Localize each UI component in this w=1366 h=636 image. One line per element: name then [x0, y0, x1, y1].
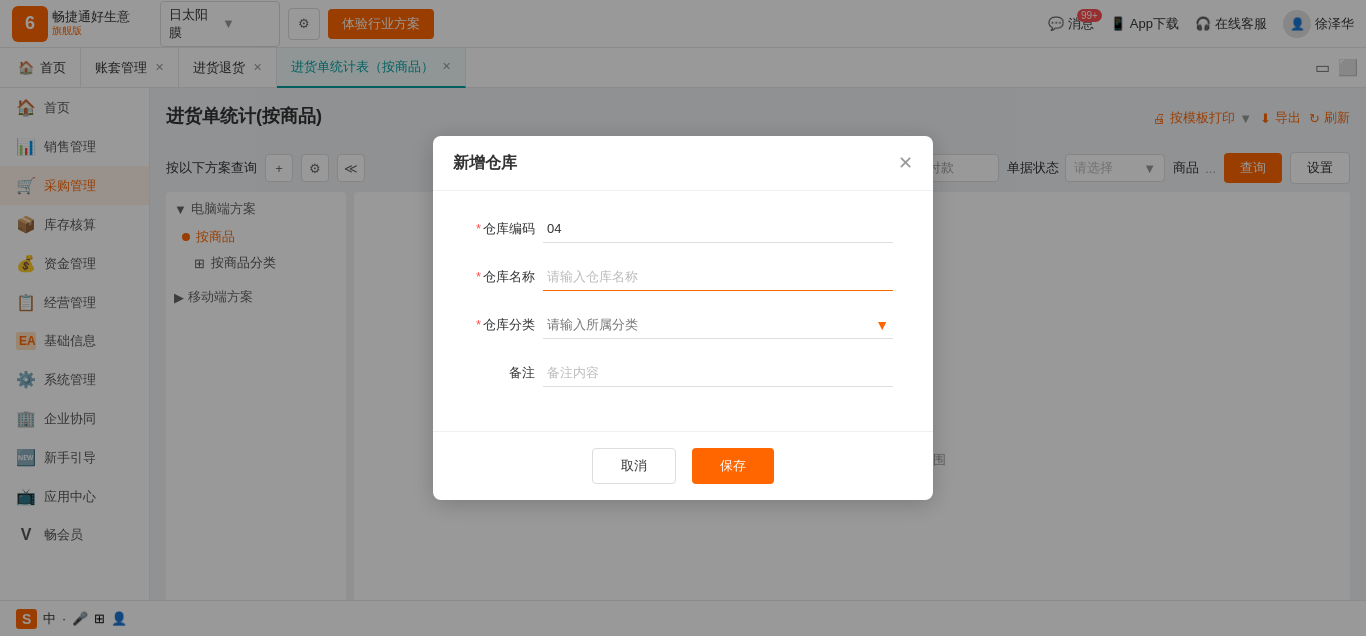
name-label: 仓库名称: [473, 268, 543, 286]
save-button[interactable]: 保存: [692, 448, 774, 484]
modal-title: 新增仓库: [453, 153, 517, 174]
modal-overlay: 新增仓库 ✕ 仓库编码 仓库名称 仓库分类 ▼: [0, 0, 1366, 636]
category-input[interactable]: [543, 311, 871, 338]
cancel-button[interactable]: 取消: [592, 448, 676, 484]
modal-footer: 取消 保存: [433, 431, 933, 500]
category-label: 仓库分类: [473, 316, 543, 334]
code-label: 仓库编码: [473, 220, 543, 238]
remark-label: 备注: [473, 364, 543, 382]
category-select[interactable]: ▼: [543, 311, 893, 339]
category-dropdown-icon: ▼: [871, 317, 893, 333]
name-input[interactable]: [543, 263, 893, 291]
add-warehouse-modal: 新增仓库 ✕ 仓库编码 仓库名称 仓库分类 ▼: [433, 136, 933, 500]
form-row-remark: 备注: [473, 359, 893, 387]
form-row-name: 仓库名称: [473, 263, 893, 291]
modal-close-icon[interactable]: ✕: [898, 152, 913, 174]
form-row-code: 仓库编码: [473, 215, 893, 243]
remark-input[interactable]: [543, 359, 893, 387]
modal-body: 仓库编码 仓库名称 仓库分类 ▼ 备注: [433, 191, 933, 431]
modal-header: 新增仓库 ✕: [433, 136, 933, 191]
form-row-category: 仓库分类 ▼: [473, 311, 893, 339]
code-input[interactable]: [543, 215, 893, 243]
